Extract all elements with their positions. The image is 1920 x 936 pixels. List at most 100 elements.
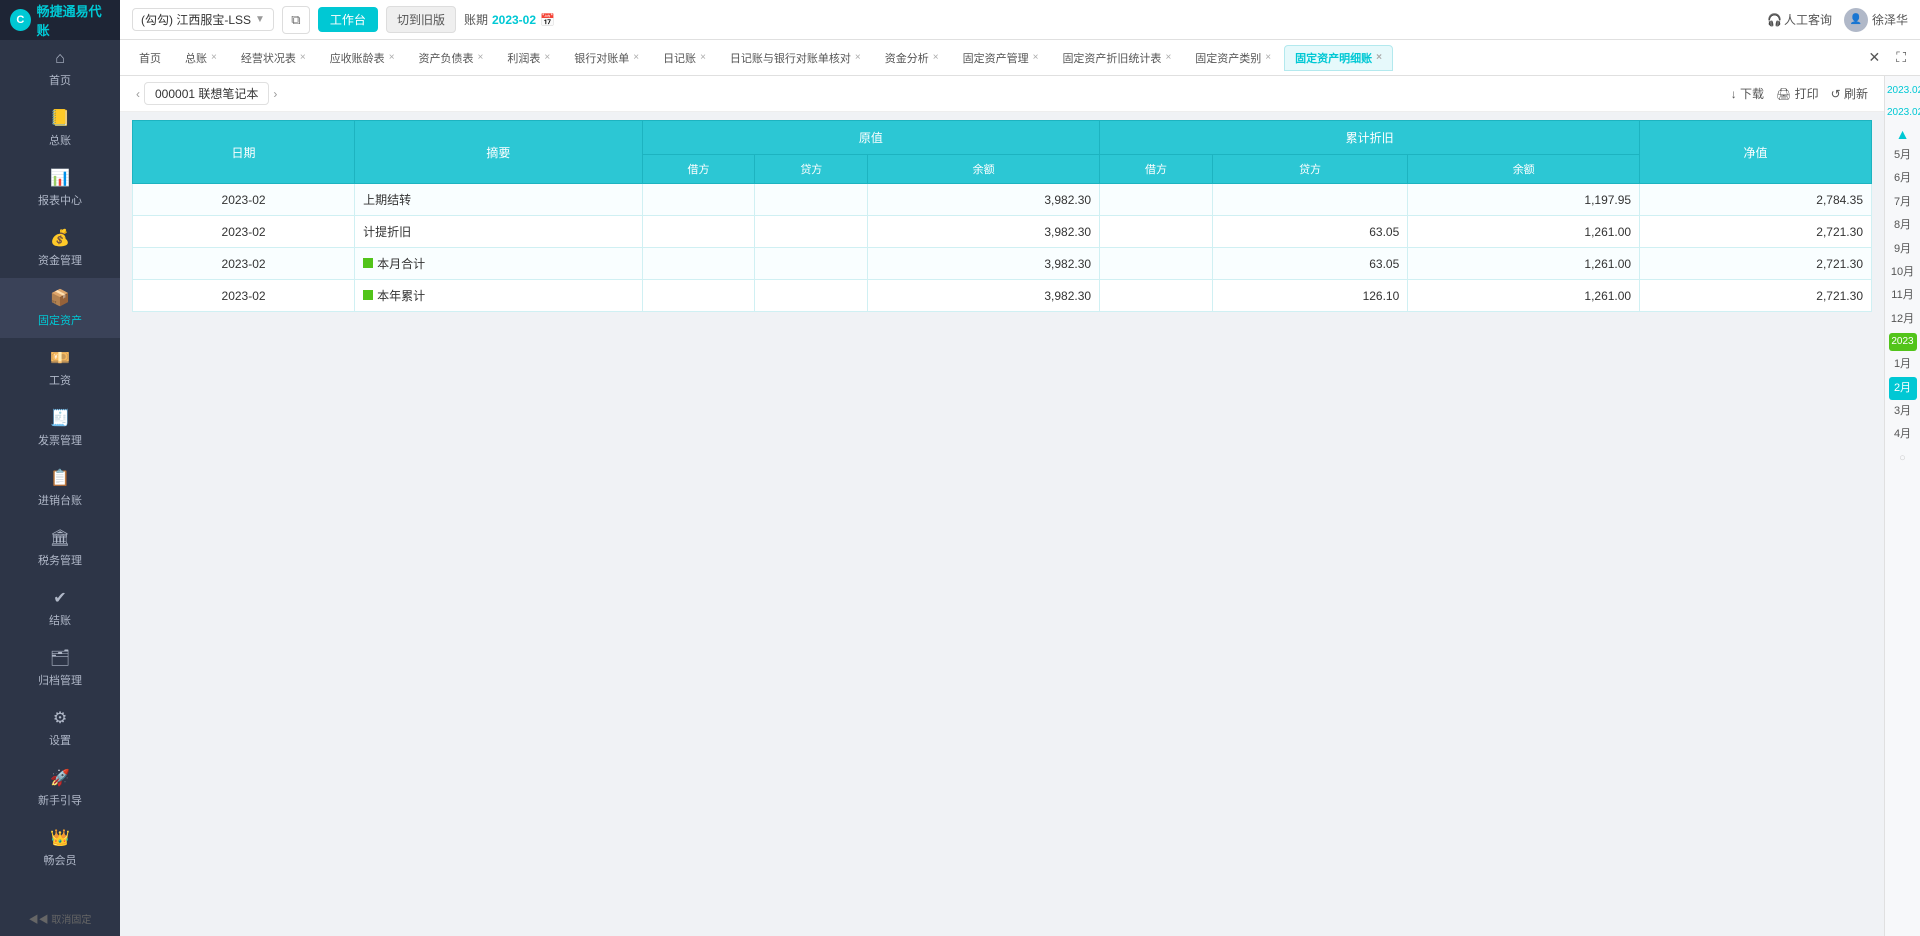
sidebar-unpin[interactable]: ◀◀ 取消固定 xyxy=(0,901,120,936)
sidebar-item-guide[interactable]: 🚀 新手引导 xyxy=(0,758,120,818)
sidebar: C 畅捷通易代账 ⌂ 首页 📒 总账 📊 报表中心 💰 资金管理 📦 固定资产 … xyxy=(0,0,120,936)
sidebar-item-settle[interactable]: ✔ 结账 xyxy=(0,578,120,638)
tab-profit[interactable]: 利润表× xyxy=(496,45,561,71)
cell-accum-credit: 63.05 xyxy=(1212,248,1407,280)
col-net-value: 净值 xyxy=(1640,121,1872,184)
sidebar-item-fixed-assets[interactable]: 📦 固定资产 xyxy=(0,278,120,338)
timeline-month[interactable]: 9月 xyxy=(1885,238,1920,261)
tab-fixed-assets-depreciation[interactable]: 固定资产折旧统计表× xyxy=(1051,45,1182,71)
tab-label-assets-liabilities: 资产负债表 xyxy=(419,50,474,66)
sidebar-item-sales[interactable]: 📋 进销台账 xyxy=(0,458,120,518)
support-link[interactable]: 🎧 人工客询 xyxy=(1767,11,1832,28)
tab-assets-liabilities[interactable]: 资产负债表 × xyxy=(408,45,495,71)
tab-bank-statement[interactable]: 银行对账单× xyxy=(563,45,650,71)
nav-prev-icon[interactable]: ‹ xyxy=(136,87,140,101)
timeline-month[interactable]: 1月 xyxy=(1885,353,1920,376)
timeline-month[interactable]: 6月 xyxy=(1885,167,1920,190)
tab-close-fixed-assets-mgmt[interactable]: × xyxy=(1033,52,1039,63)
tab-close-assets-liabilities[interactable]: × xyxy=(478,52,484,63)
tab-business-status[interactable]: 经营状况表× xyxy=(230,45,317,71)
sidebar-item-tax[interactable]: 🏛 税务管理 xyxy=(0,518,120,578)
main-area: (勾勾) 江西服宝-LSS ▼ ⧉ 工作台 切到旧版 账期 2023-02 📅 … xyxy=(120,0,1920,936)
tab-general-ledger[interactable]: 总账× xyxy=(174,45,228,71)
sidebar-label-ledger: 总账 xyxy=(49,132,71,148)
timeline-month[interactable]: 4月 xyxy=(1885,423,1920,446)
tab-close-fixed-assets-detail[interactable]: × xyxy=(1376,52,1382,63)
tab-receivables[interactable]: 应收账龄表 × xyxy=(319,45,406,71)
sidebar-icon-archive: 🗂 xyxy=(50,648,70,668)
timeline-month[interactable]: 5月 xyxy=(1885,144,1920,167)
tab-close-business-status[interactable]: × xyxy=(300,52,306,63)
cell-description: 本月合计 xyxy=(355,248,643,280)
tab-home[interactable]: 首页 xyxy=(128,45,172,71)
timeline-circle-icon: ○ xyxy=(1885,447,1920,470)
sidebar-label-home: 首页 xyxy=(49,72,71,88)
tab-fixed-assets-mgmt[interactable]: 固定资产管理× xyxy=(952,45,1050,71)
timeline-period[interactable]: 2023.02 xyxy=(1885,102,1920,124)
print-button[interactable]: 🖨 打印 xyxy=(1776,85,1819,102)
tab-close-profit[interactable]: × xyxy=(544,52,550,63)
tab-label-capital-analysis: 资金分析 xyxy=(885,50,929,66)
timeline-month[interactable]: 3月 xyxy=(1885,400,1920,423)
tab-close-receivables[interactable]: × xyxy=(389,52,395,63)
sidebar-item-archive[interactable]: 🗂 归档管理 xyxy=(0,638,120,698)
content-main: ‹ 000001 联想笔记本 › ↓ 下载 🖨 打印 ↺ 刷新 日期 摘要 xyxy=(120,76,1884,936)
cell-accum-balance: 1,261.00 xyxy=(1408,280,1640,312)
tab-close-fixed-assets-depreciation[interactable]: × xyxy=(1165,52,1171,63)
maximize-button[interactable]: ⛶ xyxy=(1890,47,1912,68)
tab-label-journal-bank-check: 日记账与银行对账单核对 xyxy=(730,50,851,66)
sidebar-label-sales: 进销台账 xyxy=(38,492,82,508)
cell-date: 2023-02 xyxy=(133,248,355,280)
sidebar-item-capital[interactable]: 💰 资金管理 xyxy=(0,218,120,278)
tab-close-general-ledger[interactable]: × xyxy=(211,52,217,63)
timeline-scroll-up-icon[interactable]: ▲ xyxy=(1894,124,1912,144)
tab-label-receivables: 应收账龄表 xyxy=(330,50,385,66)
cell-orig-balance: 3,982.30 xyxy=(868,248,1100,280)
cell-net-value: 2,721.30 xyxy=(1640,216,1872,248)
timeline-month[interactable]: 12月 xyxy=(1885,308,1920,331)
tab-close-fixed-assets-category[interactable]: × xyxy=(1265,52,1271,63)
timeline-month[interactable]: 11月 xyxy=(1885,284,1920,307)
workspace-button[interactable]: 工作台 xyxy=(318,7,378,32)
sidebar-item-invoice[interactable]: 🧾 发票管理 xyxy=(0,398,120,458)
sidebar-icon-settings: ⚙ xyxy=(53,708,67,728)
sidebar-item-member[interactable]: 👑 畅会员 xyxy=(0,818,120,878)
tab-close-journal[interactable]: × xyxy=(700,52,706,63)
timeline-period[interactable]: 2023.02 xyxy=(1885,80,1920,102)
col-orig-credit: 贷方 xyxy=(755,155,868,184)
nav-next-icon[interactable]: › xyxy=(273,87,277,101)
tab-close-capital-analysis[interactable]: × xyxy=(933,52,939,63)
download-button[interactable]: ↓ 下载 xyxy=(1731,85,1764,102)
tab-close-journal-bank-check[interactable]: × xyxy=(855,52,861,63)
tab-journal[interactable]: 日记账× xyxy=(652,45,717,71)
tab-close-bank-statement[interactable]: × xyxy=(633,52,639,63)
sidebar-item-ledger[interactable]: 📒 总账 xyxy=(0,98,120,158)
timeline-year[interactable]: 2023 xyxy=(1889,333,1917,351)
switch-version-button[interactable]: 切到旧版 xyxy=(386,6,456,33)
sidebar-item-settings[interactable]: ⚙ 设置 xyxy=(0,698,120,758)
cell-net-value: 2,721.30 xyxy=(1640,280,1872,312)
calendar-icon[interactable]: 📅 xyxy=(540,13,555,27)
copy-button[interactable]: ⧉ xyxy=(282,6,310,34)
tab-fixed-assets-category[interactable]: 固定资产类别× xyxy=(1184,45,1282,71)
sidebar-label-capital: 资金管理 xyxy=(38,252,82,268)
sidebar-icon-sales: 📋 xyxy=(50,468,70,488)
tab-label-fixed-assets-detail: 固定资产明细账 xyxy=(1295,50,1372,66)
sidebar-item-reports[interactable]: 📊 报表中心 xyxy=(0,158,120,218)
sidebar-icon-invoice: 🧾 xyxy=(50,408,70,428)
sidebar-item-home[interactable]: ⌂ 首页 xyxy=(0,40,120,98)
timeline-month[interactable]: 7月 xyxy=(1885,191,1920,214)
user-area[interactable]: 👤 徐泽华 xyxy=(1844,8,1908,32)
current-asset-name[interactable]: 000001 联想笔记本 xyxy=(144,82,269,105)
company-selector[interactable]: (勾勾) 江西服宝-LSS ▼ xyxy=(132,8,274,31)
refresh-button[interactable]: ↺ 刷新 xyxy=(1831,85,1868,102)
timeline-month[interactable]: 8月 xyxy=(1885,214,1920,237)
tab-capital-analysis[interactable]: 资金分析 × xyxy=(874,45,950,71)
timeline-active-month[interactable]: 2月 xyxy=(1889,377,1917,400)
sidebar-item-salary[interactable]: 💴 工资 xyxy=(0,338,120,398)
tab-fixed-assets-detail[interactable]: 固定资产明细账 × xyxy=(1284,45,1393,71)
close-all-tabs-button[interactable]: ✕ xyxy=(1862,47,1886,68)
cell-accum-balance: 1,197.95 xyxy=(1408,184,1640,216)
timeline-month[interactable]: 10月 xyxy=(1885,261,1920,284)
tab-journal-bank-check[interactable]: 日记账与银行对账单核对 × xyxy=(719,45,872,71)
